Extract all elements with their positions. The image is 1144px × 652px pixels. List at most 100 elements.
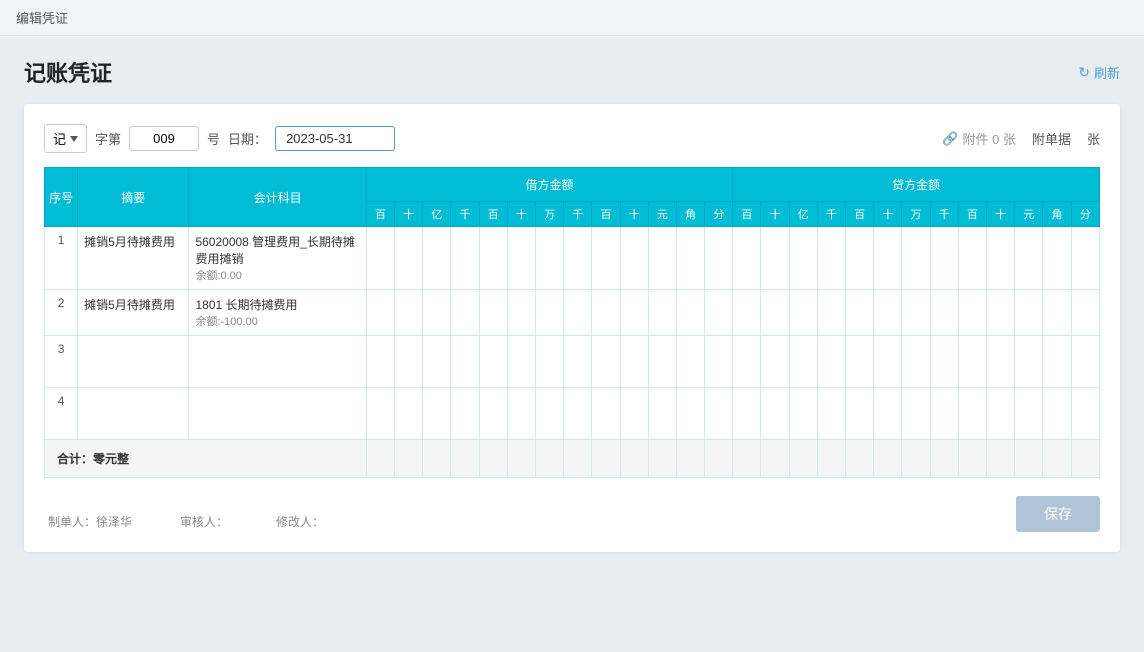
debit-cell-r4-c8[interactable] [564,388,592,440]
credit-cell-r2-c8[interactable] [930,290,958,336]
credit-cell-r1-c6[interactable] [874,227,902,290]
debit-cell-r3-c8[interactable] [564,336,592,388]
credit-cell-r3-c12[interactable] [1043,336,1071,388]
credit-cell-r2-c12[interactable] [1043,290,1071,336]
debit-cell-r1-c12[interactable] [676,227,704,290]
credit-cell-r3-c11[interactable] [1015,336,1043,388]
debit-cell-r1-c9[interactable] [592,227,620,290]
row-summary-2[interactable]: 摊销5月待摊费用 [78,290,189,336]
credit-cell-r4-c4[interactable] [817,388,845,440]
debit-cell-r3-c6[interactable] [507,336,535,388]
debit-cell-r4-c10[interactable] [620,388,648,440]
credit-cell-r1-c1[interactable] [733,227,761,290]
debit-cell-r4-c3[interactable] [423,388,451,440]
credit-cell-r3-c4[interactable] [817,336,845,388]
debit-cell-r4-c9[interactable] [592,388,620,440]
credit-cell-r1-c8[interactable] [930,227,958,290]
credit-cell-r4-c3[interactable] [789,388,817,440]
debit-cell-r3-c2[interactable] [395,336,423,388]
credit-cell-r3-c13[interactable] [1071,336,1099,388]
credit-cell-r4-c10[interactable] [986,388,1014,440]
credit-cell-r4-c8[interactable] [930,388,958,440]
debit-cell-r4-c6[interactable] [507,388,535,440]
row-summary-1[interactable]: 摊销5月待摊费用 [78,227,189,290]
debit-cell-r3-c12[interactable] [676,336,704,388]
row-account-2[interactable]: 1801 长期待摊费用余额:-100.00 [189,290,366,336]
credit-cell-r2-c1[interactable] [733,290,761,336]
debit-cell-r4-c2[interactable] [395,388,423,440]
attach-bill-button[interactable]: 附单据 [1032,129,1071,148]
debit-cell-r2-c9[interactable] [592,290,620,336]
credit-cell-r3-c3[interactable] [789,336,817,388]
debit-cell-r4-c5[interactable] [479,388,507,440]
credit-cell-r4-c9[interactable] [958,388,986,440]
debit-cell-r4-c4[interactable] [451,388,479,440]
debit-cell-r3-c4[interactable] [451,336,479,388]
row-summary-4[interactable] [78,388,189,440]
debit-cell-r2-c13[interactable] [705,290,733,336]
debit-cell-r3-c7[interactable] [535,336,563,388]
credit-cell-r1-c7[interactable] [902,227,930,290]
credit-cell-r4-c6[interactable] [874,388,902,440]
credit-cell-r1-c11[interactable] [1015,227,1043,290]
debit-cell-r3-c1[interactable] [366,336,394,388]
credit-cell-r4-c11[interactable] [1015,388,1043,440]
debit-cell-r4-c1[interactable] [366,388,394,440]
credit-cell-r1-c12[interactable] [1043,227,1071,290]
credit-cell-r4-c13[interactable] [1071,388,1099,440]
credit-cell-r1-c9[interactable] [958,227,986,290]
credit-cell-r2-c9[interactable] [958,290,986,336]
debit-cell-r4-c12[interactable] [676,388,704,440]
credit-cell-r1-c13[interactable] [1071,227,1099,290]
debit-cell-r3-c11[interactable] [648,336,676,388]
refresh-button[interactable]: ↻ 刷新 [1078,63,1120,82]
debit-cell-r2-c12[interactable] [676,290,704,336]
voucher-number-input[interactable] [129,126,199,151]
debit-cell-r1-c6[interactable] [507,227,535,290]
credit-cell-r2-c5[interactable] [846,290,874,336]
credit-cell-r2-c7[interactable] [902,290,930,336]
debit-cell-r1-c11[interactable] [648,227,676,290]
debit-cell-r2-c10[interactable] [620,290,648,336]
debit-cell-r3-c5[interactable] [479,336,507,388]
debit-cell-r2-c11[interactable] [648,290,676,336]
credit-cell-r3-c7[interactable] [902,336,930,388]
row-account-1[interactable]: 56020008 管理费用_长期待摊费用摊销余额:0.00 [189,227,366,290]
credit-cell-r2-c2[interactable] [761,290,789,336]
debit-cell-r2-c2[interactable] [395,290,423,336]
debit-cell-r3-c9[interactable] [592,336,620,388]
debit-cell-r1-c3[interactable] [423,227,451,290]
debit-cell-r4-c13[interactable] [705,388,733,440]
voucher-type-button[interactable]: 记 [44,124,87,153]
debit-cell-r1-c5[interactable] [479,227,507,290]
credit-cell-r2-c11[interactable] [1015,290,1043,336]
debit-cell-r2-c7[interactable] [535,290,563,336]
credit-cell-r3-c5[interactable] [846,336,874,388]
debit-cell-r4-c11[interactable] [648,388,676,440]
credit-cell-r1-c10[interactable] [986,227,1014,290]
credit-cell-r3-c6[interactable] [874,336,902,388]
credit-cell-r1-c3[interactable] [789,227,817,290]
debit-cell-r1-c2[interactable] [395,227,423,290]
debit-cell-r2-c6[interactable] [507,290,535,336]
debit-cell-r1-c4[interactable] [451,227,479,290]
row-account-4[interactable] [189,388,366,440]
save-button[interactable]: 保存 [1016,496,1100,532]
date-input[interactable] [275,126,395,151]
debit-cell-r1-c13[interactable] [705,227,733,290]
credit-cell-r4-c5[interactable] [846,388,874,440]
attach-link[interactable]: 🔗 附件 0 张 [942,129,1016,148]
credit-cell-r3-c9[interactable] [958,336,986,388]
credit-cell-r2-c13[interactable] [1071,290,1099,336]
credit-cell-r1-c4[interactable] [817,227,845,290]
credit-cell-r2-c3[interactable] [789,290,817,336]
credit-cell-r2-c4[interactable] [817,290,845,336]
debit-cell-r2-c8[interactable] [564,290,592,336]
row-summary-3[interactable] [78,336,189,388]
credit-cell-r2-c10[interactable] [986,290,1014,336]
debit-cell-r1-c8[interactable] [564,227,592,290]
debit-cell-r3-c13[interactable] [705,336,733,388]
credit-cell-r1-c2[interactable] [761,227,789,290]
credit-cell-r3-c2[interactable] [761,336,789,388]
credit-cell-r2-c6[interactable] [874,290,902,336]
